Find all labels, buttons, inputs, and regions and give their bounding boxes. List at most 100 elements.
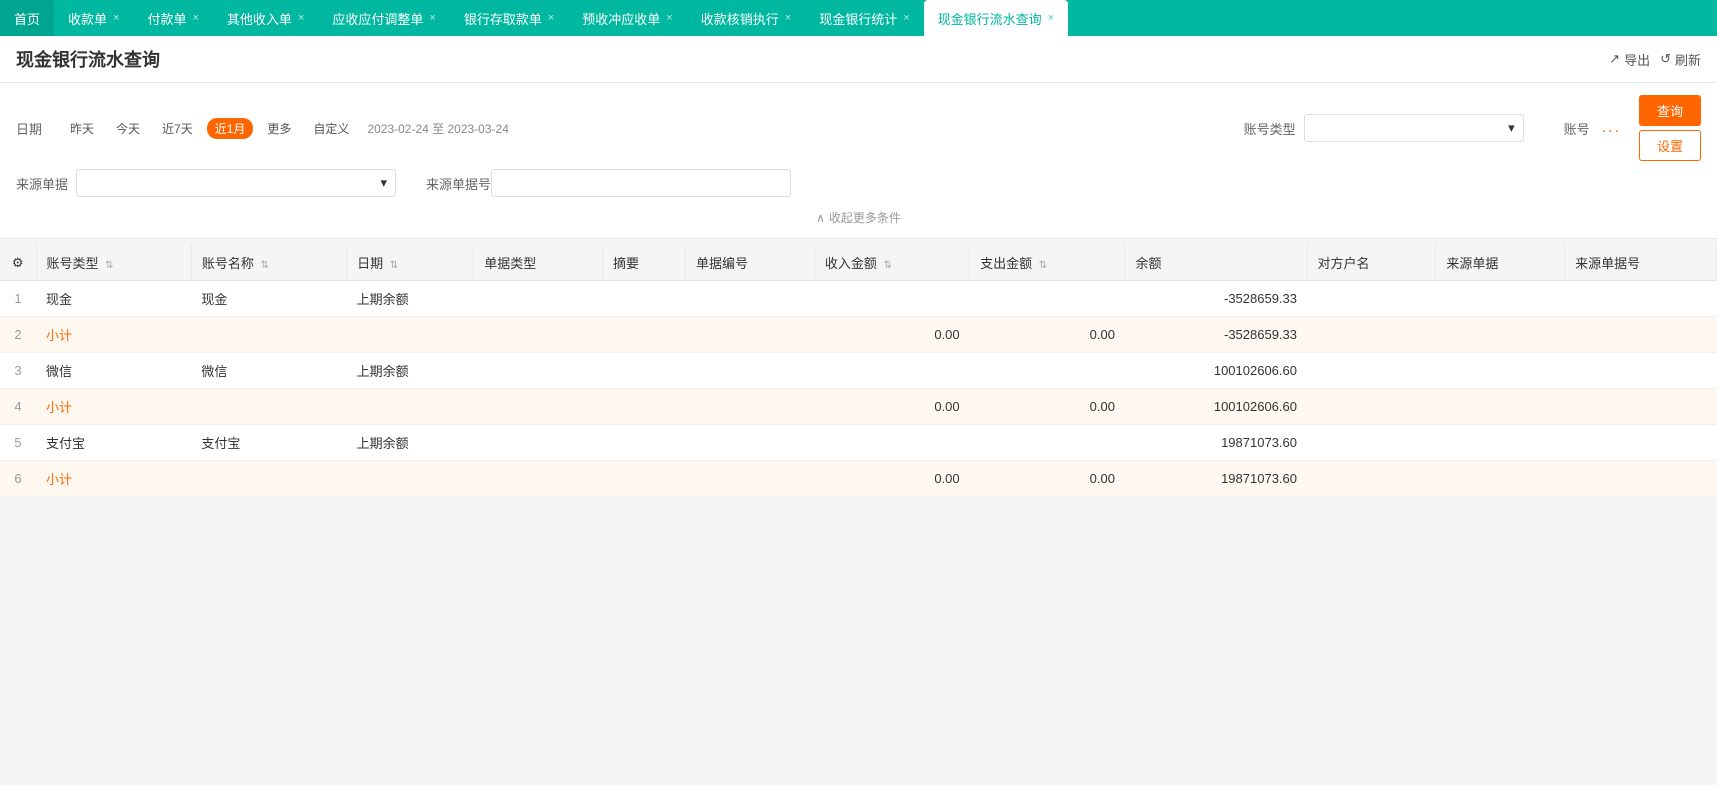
row-account-type: 小计 <box>36 461 191 497</box>
col-summary[interactable]: 摘要 <box>603 245 686 281</box>
col-date[interactable]: 日期 ⇅ <box>347 245 474 281</box>
date-btn-yesterday[interactable]: 昨天 <box>62 118 102 139</box>
nav-home[interactable]: 首页 <box>0 0 54 36</box>
nav-bank-deposit-label: 银行存取款单 <box>464 9 542 28</box>
col-account-name[interactable]: 账号名称 ⇅ <box>191 245 346 281</box>
account-type-select[interactable]: ▾ <box>1304 114 1524 142</box>
row-income: 0.00 <box>814 389 969 425</box>
row-income <box>814 281 969 317</box>
row-doc-type <box>474 425 603 461</box>
source-doc-chevron: ▾ <box>380 175 387 191</box>
col-source-doc-label: 来源单据 <box>1446 256 1498 271</box>
source-doc-no-input[interactable] <box>491 169 791 197</box>
col-counterpart[interactable]: 对方户名 <box>1307 245 1436 281</box>
row-balance: 100102606.60 <box>1125 389 1307 425</box>
refresh-button[interactable]: ↺ 刷新 <box>1660 50 1701 69</box>
row-doc-no <box>686 425 815 461</box>
date-btn-custom[interactable]: 自定义 <box>305 118 357 139</box>
date-btn-more[interactable]: 更多 <box>259 118 299 139</box>
date-range: 2023-02-24 至 2023-03-24 <box>367 120 508 137</box>
row-source-doc-no <box>1565 281 1717 317</box>
nav-other-income-label: 其他收入单 <box>227 9 292 28</box>
row-source-doc-no <box>1565 389 1717 425</box>
source-doc-label: 来源单据 <box>16 174 76 193</box>
col-balance[interactable]: 余额 <box>1125 245 1307 281</box>
col-gear[interactable]: ⚙ <box>0 245 36 281</box>
col-income[interactable]: 收入金额 ⇅ <box>814 245 969 281</box>
nav-receipt-close[interactable]: × <box>113 12 119 24</box>
table-row: 6 小计 0.00 0.00 19871073.60 <box>0 461 1717 497</box>
data-table: ⚙ 账号类型 ⇅ 账号名称 ⇅ 日期 ⇅ 单据类型 摘要 <box>0 245 1717 497</box>
nav-bank-stats[interactable]: 现金银行统计 × <box>805 0 923 36</box>
col-source-doc-no[interactable]: 来源单据号 <box>1565 245 1717 281</box>
row-num: 1 <box>0 281 36 317</box>
col-doc-type[interactable]: 单据类型 <box>474 245 603 281</box>
col-source-doc[interactable]: 来源单据 <box>1436 245 1565 281</box>
nav-adjustment-label: 应收应付调整单 <box>332 9 423 28</box>
col-expense[interactable]: 支出金额 ⇅ <box>970 245 1125 281</box>
nav-payment[interactable]: 付款单 × <box>133 0 212 36</box>
nav-bank-flow[interactable]: 现金银行流水查询 × <box>924 0 1068 36</box>
row-source-doc <box>1436 281 1565 317</box>
source-doc-select[interactable]: ▾ <box>76 169 396 197</box>
nav-receipt[interactable]: 收款单 × <box>54 0 133 36</box>
row-source-doc <box>1436 425 1565 461</box>
nav-bank-deposit[interactable]: 银行存取款单 × <box>450 0 568 36</box>
table-row: 3 微信 微信 上期余额 100102606.60 <box>0 353 1717 389</box>
export-button[interactable]: ↗ 导出 <box>1609 50 1650 69</box>
col-source-doc-no-label: 来源单据号 <box>1575 256 1640 271</box>
row-counterpart <box>1307 353 1436 389</box>
row-expense <box>970 425 1125 461</box>
row-doc-no <box>686 317 815 353</box>
col-doc-no[interactable]: 单据编号 <box>686 245 815 281</box>
filter-row-source: 来源单据 ▾ 来源单据号 <box>16 169 1701 197</box>
row-doc-type <box>474 281 603 317</box>
row-account-name <box>191 389 346 425</box>
row-doc-type <box>474 353 603 389</box>
account-type-label: 账号类型 <box>1244 119 1304 138</box>
row-counterpart <box>1307 281 1436 317</box>
row-balance: -3528659.33 <box>1125 281 1307 317</box>
col-account-name-sort: ⇅ <box>260 260 268 271</box>
nav-other-income-close[interactable]: × <box>298 12 304 24</box>
nav-bank-deposit-close[interactable]: × <box>548 12 554 24</box>
nav-other-income[interactable]: 其他收入单 × <box>213 0 318 36</box>
top-nav: 首页 收款单 × 付款单 × 其他收入单 × 应收应付调整单 × 银行存取款单 … <box>0 0 1717 36</box>
collapse-button[interactable]: ∧ 收起更多条件 <box>816 209 901 226</box>
table-row: 4 小计 0.00 0.00 100102606.60 <box>0 389 1717 425</box>
filter-area: 日期 昨天 今天 近7天 近1月 更多 自定义 2023-02-24 至 202… <box>0 83 1717 239</box>
row-account-name <box>191 317 346 353</box>
row-income <box>814 425 969 461</box>
nav-verify[interactable]: 收款核销执行 × <box>687 0 805 36</box>
date-btn-7days[interactable]: 近7天 <box>154 118 201 139</box>
date-btn-1month[interactable]: 近1月 <box>207 118 254 139</box>
nav-payment-close[interactable]: × <box>192 12 198 24</box>
row-account-type: 小计 <box>36 317 191 353</box>
date-filter-label: 日期 <box>16 119 56 138</box>
row-date: 上期余额 <box>347 353 474 389</box>
row-date: 上期余额 <box>347 281 474 317</box>
nav-payment-label: 付款单 <box>147 9 186 28</box>
row-summary <box>603 353 686 389</box>
row-num: 2 <box>0 317 36 353</box>
nav-home-label: 首页 <box>14 9 40 28</box>
account-ellipsis[interactable]: ... <box>1602 119 1621 137</box>
source-doc-no-label: 来源单据号 <box>426 174 491 193</box>
row-date <box>347 389 474 425</box>
nav-pre-receipt-close[interactable]: × <box>666 12 672 24</box>
export-icon: ↗ <box>1609 51 1620 67</box>
query-button[interactable]: 查询 <box>1639 95 1701 126</box>
nav-bank-flow-close[interactable]: × <box>1048 12 1054 24</box>
nav-bank-stats-close[interactable]: × <box>903 12 909 24</box>
setting-button[interactable]: 设置 <box>1639 130 1701 161</box>
nav-adjustment-close[interactable]: × <box>429 12 435 24</box>
col-expense-label: 支出金额 <box>980 256 1032 271</box>
nav-pre-receipt[interactable]: 预收冲应收单 × <box>568 0 686 36</box>
nav-verify-close[interactable]: × <box>785 12 791 24</box>
gear-icon[interactable]: ⚙ <box>12 255 24 270</box>
row-account-type: 支付宝 <box>36 425 191 461</box>
date-btn-today[interactable]: 今天 <box>108 118 148 139</box>
nav-adjustment[interactable]: 应收应付调整单 × <box>318 0 449 36</box>
row-num: 3 <box>0 353 36 389</box>
col-account-type[interactable]: 账号类型 ⇅ <box>36 245 191 281</box>
